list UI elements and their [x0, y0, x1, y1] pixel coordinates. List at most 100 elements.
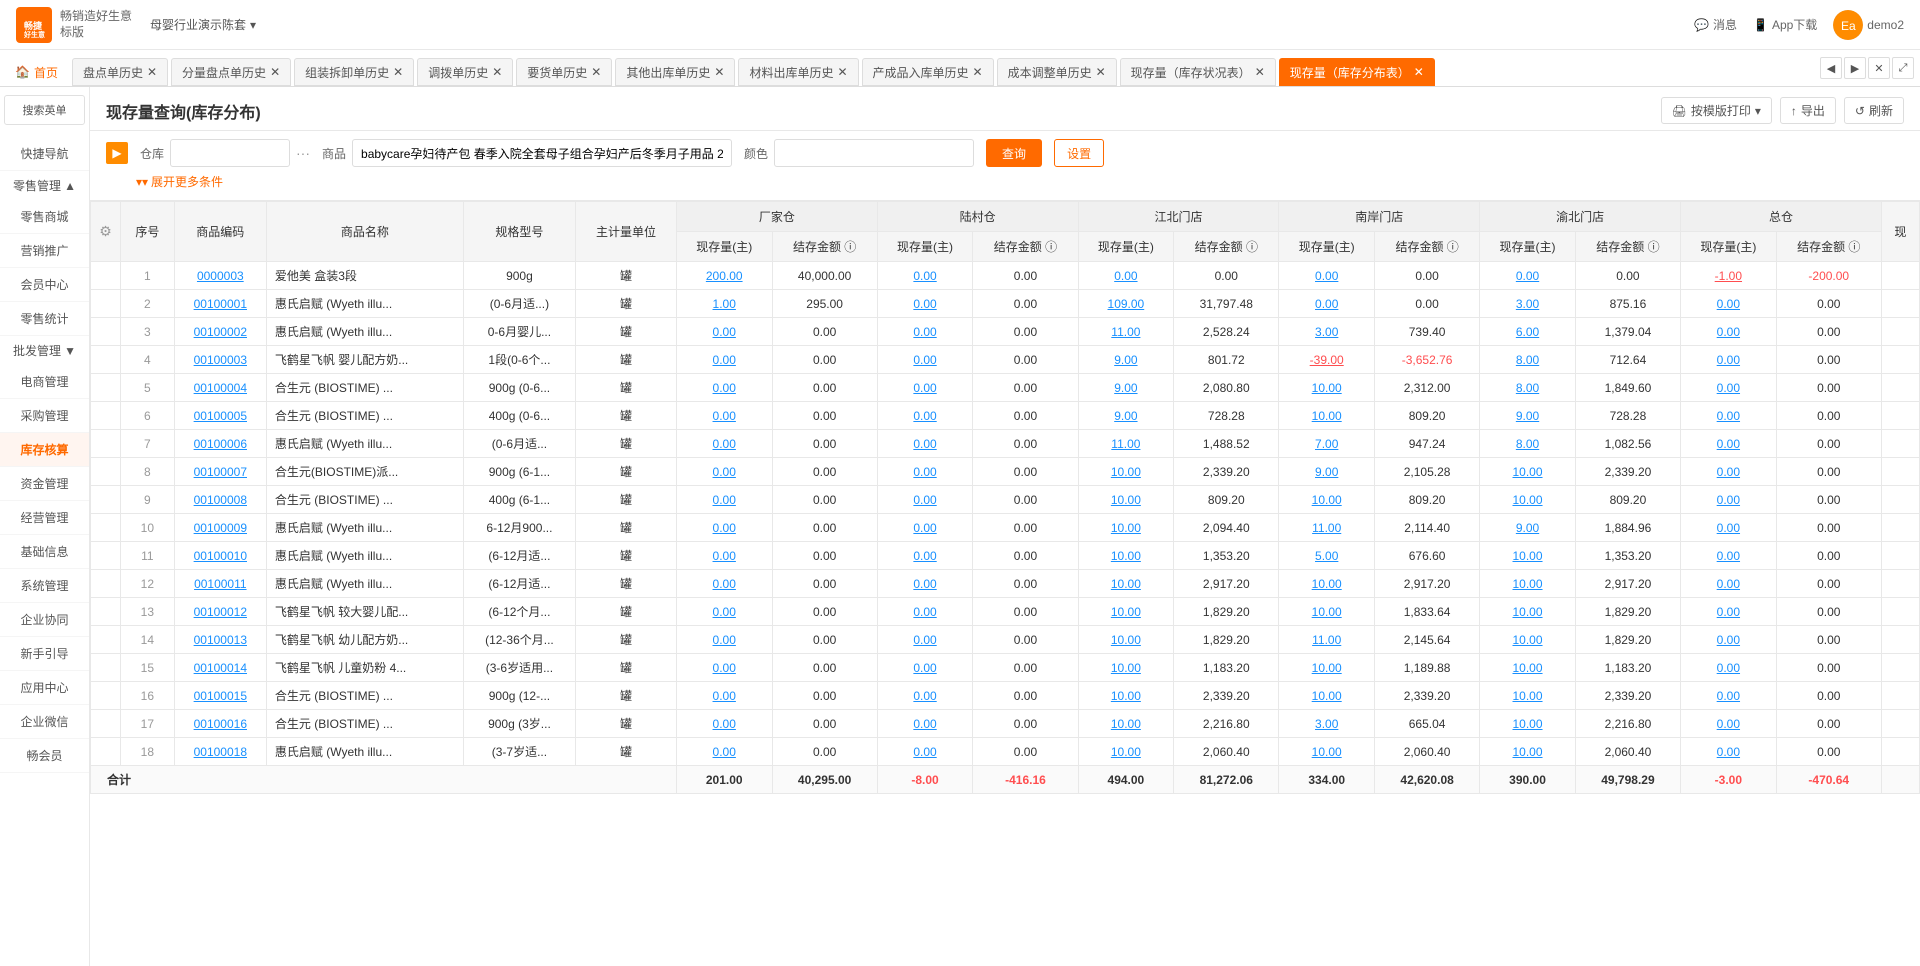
row-yubeimen-bal: 1,082.56 [1575, 430, 1680, 458]
close-icon[interactable]: ✕ [270, 65, 280, 79]
tab-close-btn[interactable]: ✕ [1868, 57, 1890, 79]
summary-hillside-curr: -8.00 [877, 766, 973, 794]
collapse-btn[interactable]: ▶ [106, 142, 128, 164]
tab-material-out[interactable]: 材料出库单历史 ✕ [738, 58, 858, 86]
search-btn[interactable]: 查询 [986, 139, 1042, 167]
tab-cost-adjust[interactable]: 成本调整单历史 ✕ [997, 58, 1117, 86]
row-code: 00100006 [174, 430, 266, 458]
warehouse-input[interactable] [170, 139, 290, 167]
refresh-btn[interactable]: ↺ 刷新 [1844, 97, 1904, 124]
tab-home[interactable]: 🏠 首页 [4, 58, 69, 86]
sidebar-item-purchase[interactable]: 采购管理 [0, 399, 89, 433]
row-factory-bal: 0.00 [772, 458, 877, 486]
th-settings[interactable]: ⚙ [91, 202, 121, 262]
sidebar-item-retail-mgmt[interactable]: 零售管理 ▲ [0, 171, 89, 200]
close-icon[interactable]: ✕ [973, 65, 983, 79]
row-yubeimen-bal: 1,829.20 [1575, 626, 1680, 654]
close-icon[interactable]: ✕ [837, 65, 847, 79]
sidebar-item-system[interactable]: 系统管理 [0, 569, 89, 603]
row-idx: 12 [121, 570, 175, 598]
tab-other-out[interactable]: 其他出库单历史 ✕ [615, 58, 735, 86]
message-btn[interactable]: 💬 消息 [1694, 16, 1737, 33]
warehouse-picker-btn[interactable]: ··· [296, 145, 310, 161]
sidebar-item-finance[interactable]: 资金管理 [0, 467, 89, 501]
export-icon: ↑ [1791, 104, 1797, 118]
row-factory-bal: 40,000.00 [772, 262, 877, 290]
row-jiangbei-bal: 1,829.20 [1174, 598, 1279, 626]
row-name: 惠氏启赋 (Wyeth illu... [266, 430, 463, 458]
sidebar-item-wholesale[interactable]: 批发管理 ▼ [0, 336, 89, 365]
sidebar-item-ecommerce[interactable]: 电商管理 [0, 365, 89, 399]
row-jiangbei-curr: 9.00 [1078, 374, 1174, 402]
row-factory-bal: 0.00 [772, 626, 877, 654]
setting-btn[interactable]: 设置 [1054, 139, 1104, 167]
sidebar-item-weixin[interactable]: 企业微信 [0, 705, 89, 739]
row-code: 00100015 [174, 682, 266, 710]
row-code: 0000003 [174, 262, 266, 290]
close-icon[interactable]: ✕ [714, 65, 724, 79]
row-factory-bal: 295.00 [772, 290, 877, 318]
tab-stock-status[interactable]: 现存量（库存状况表） ✕ [1120, 58, 1276, 86]
row-yubeimen-bal: 2,339.20 [1575, 682, 1680, 710]
row-jiangbei-bal: 2,060.40 [1174, 738, 1279, 766]
row-jiangbei-bal: 2,216.80 [1174, 710, 1279, 738]
row-yubeimen-curr: 10.00 [1480, 458, 1576, 486]
close-icon[interactable]: ✕ [1096, 65, 1106, 79]
tab-inventory-single[interactable]: 盘点单历史 ✕ [72, 58, 168, 86]
sidebar-item-member2[interactable]: 畅会员 [0, 739, 89, 773]
close-icon[interactable]: ✕ [1414, 65, 1424, 79]
sidebar-item-guide[interactable]: 新手引导 [0, 637, 89, 671]
row-total-bal: 0.00 [1776, 514, 1881, 542]
row-unit: 罐 [576, 738, 677, 766]
sidebar-item-stock[interactable]: 库存核算 [0, 433, 89, 467]
tab-stock-dist[interactable]: 现存量（库存分布表） ✕ [1279, 58, 1435, 86]
sidebar-item-ops[interactable]: 经营管理 [0, 501, 89, 535]
sidebar-item-marketing[interactable]: 营销推广 [0, 234, 89, 268]
th-factory-curr: 现存量(主) [676, 232, 772, 262]
tab-requisition[interactable]: 要货单历史 ✕ [516, 58, 612, 86]
industry-selector[interactable]: 母婴行业演示陈套 ▾ [150, 16, 256, 33]
tab-transfer[interactable]: 调拨单历史 ✕ [417, 58, 513, 86]
expand-conditions-btn[interactable]: ▾▾ 展开更多条件 [136, 173, 1904, 190]
tab-finished-in[interactable]: 产成品入库单历史 ✕ [862, 58, 994, 86]
row-nanan-bal: 809.20 [1375, 486, 1480, 514]
row-nanan-bal: 2,339.20 [1375, 682, 1480, 710]
close-icon[interactable]: ✕ [492, 65, 502, 79]
color-label: 颜色 [744, 145, 768, 162]
tab-next-btn[interactable]: ▶ [1844, 57, 1866, 79]
search-single-btn[interactable]: 搜索英单 [4, 95, 85, 125]
product-input[interactable] [352, 139, 732, 167]
close-icon[interactable]: ✕ [393, 65, 403, 79]
sidebar-item-retail-mall[interactable]: 零售商城 [0, 200, 89, 234]
sidebar-item-member[interactable]: 会员中心 [0, 268, 89, 302]
close-icon[interactable]: ✕ [1255, 65, 1265, 79]
user-menu[interactable]: Ea demo2 [1833, 10, 1904, 40]
sidebar-item-basic[interactable]: 基础信息 [0, 535, 89, 569]
export-btn[interactable]: ↑ 导出 [1780, 97, 1836, 124]
sidebar-item-retail-stats[interactable]: 零售统计 [0, 302, 89, 336]
row-total-bal: 0.00 [1776, 710, 1881, 738]
row-jiangbei-bal: 809.20 [1174, 486, 1279, 514]
close-icon[interactable]: ✕ [591, 65, 601, 79]
tab-inventory-split[interactable]: 分量盘点单历史 ✕ [171, 58, 291, 86]
app-download-btn[interactable]: 📱 App下载 [1753, 16, 1817, 33]
row-nanan-curr: 9.00 [1279, 458, 1375, 486]
tab-prev-btn[interactable]: ◀ [1820, 57, 1842, 79]
print-btn[interactable]: 🖨 按模版打印 ▾ [1661, 97, 1772, 124]
sidebar-item-app-center[interactable]: 应用中心 [0, 671, 89, 705]
row-spec: 400g (6-1... [463, 486, 575, 514]
sidebar-item-quick-nav[interactable]: 快捷导航 [0, 137, 89, 171]
row-total-curr: 0.00 [1681, 738, 1777, 766]
tab-expand-btn[interactable]: ⤢ [1892, 57, 1914, 79]
row-factory-curr: 0.00 [676, 738, 772, 766]
phone-icon: 📱 [1753, 18, 1768, 32]
warehouse-label: 仓库 [140, 145, 164, 162]
row-idx: 5 [121, 374, 175, 402]
color-input[interactable] [774, 139, 974, 167]
close-icon[interactable]: ✕ [147, 65, 157, 79]
tab-assembly[interactable]: 组装拆卸单历史 ✕ [294, 58, 414, 86]
sidebar-item-enterprise[interactable]: 企业协同 [0, 603, 89, 637]
row-total-curr: 0.00 [1681, 626, 1777, 654]
gear-icon[interactable]: ⚙ [99, 223, 112, 239]
page-header: 现存量查询(库存分布) 🖨 按模版打印 ▾ ↑ 导出 ↺ 刷新 [90, 87, 1920, 131]
